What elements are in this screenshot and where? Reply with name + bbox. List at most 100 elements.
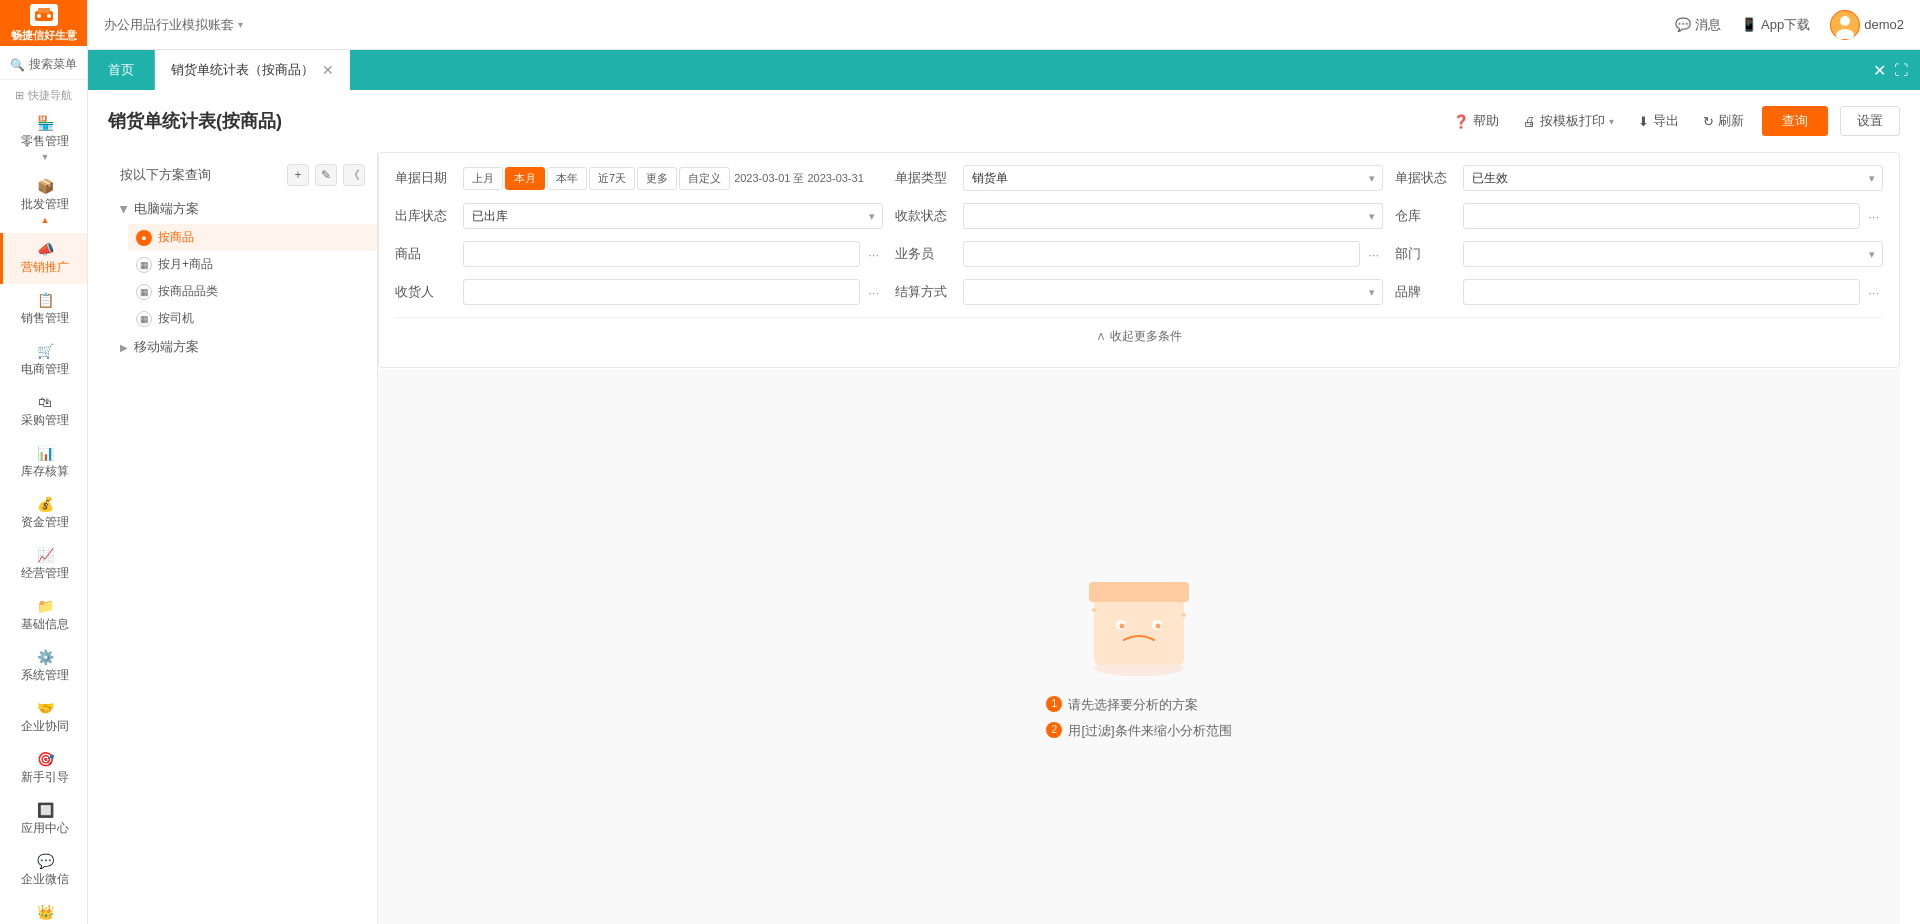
date-tab-this-month[interactable]: 本月: [505, 167, 545, 190]
sidebar-item-wholesale[interactable]: 📦 批发管理 ▲: [0, 170, 87, 233]
sidebar-item-basic[interactable]: 📁 基础信息: [0, 590, 87, 641]
goods-input[interactable]: [463, 241, 860, 267]
sidebar-item-operations[interactable]: 📈 经营管理: [0, 539, 87, 590]
refresh-btn[interactable]: ↻ 刷新: [1697, 108, 1750, 134]
basic-icon: 📁: [37, 598, 54, 614]
page-inner: 销货单统计表(按商品) ❓ 帮助 🖨 按模板打印 ▾ ⬇ 导出: [88, 90, 1920, 924]
filter-row-2: 出库状态 已出库 收款状态: [395, 203, 1883, 229]
salesperson-input[interactable]: [963, 241, 1360, 267]
svg-point-2: [37, 14, 41, 18]
sidebar-item-sales[interactable]: 📋 销售管理: [0, 284, 87, 335]
date-tab-this-year[interactable]: 本年: [547, 167, 587, 190]
page-header: 销货单统计表(按商品) ❓ 帮助 🖨 按模板打印 ▾ ⬇ 导出: [108, 106, 1900, 136]
filter-date: 单据日期 上月 本月 本年 近7天 更多 自定义: [395, 167, 883, 190]
quick-nav[interactable]: ⊞ 快捷导航: [0, 80, 87, 107]
tree-section-pc[interactable]: ▶ 电脑端方案: [108, 194, 377, 224]
sidebar-item-wechat[interactable]: 💬 企业微信: [0, 845, 87, 896]
settlement-select[interactable]: [963, 279, 1383, 305]
filter-row-3: 商品 ··· 业务员 ··: [395, 241, 1883, 267]
sidebar-item-ecommerce[interactable]: 🛒 电商管理: [0, 335, 87, 386]
export-icon: ⬇: [1638, 114, 1649, 129]
export-btn[interactable]: ⬇ 导出: [1632, 108, 1685, 134]
filter-department: 部门: [1395, 241, 1883, 267]
salesperson-dots[interactable]: ···: [1364, 247, 1383, 262]
query-btn[interactable]: 查询: [1762, 106, 1828, 136]
collapse-bar[interactable]: ∧ 收起更多条件: [395, 317, 1883, 355]
sidebar-item-apps[interactable]: 🔲 应用中心: [0, 794, 87, 845]
wechat-icon: 💬: [37, 853, 54, 869]
empty-svg: [1069, 560, 1209, 680]
out-status-select[interactable]: 已出库: [463, 203, 883, 229]
left-panel: 按以下方案查询 + ✎ 《 ▶ 电脑端方案 ●: [108, 152, 378, 924]
print-btn[interactable]: 🖨 按模板打印 ▾: [1517, 108, 1620, 134]
receiver-dots[interactable]: ···: [864, 285, 883, 300]
date-tab-7days[interactable]: 近7天: [589, 167, 635, 190]
filter-receiver: 收货人 ···: [395, 279, 883, 305]
tree-item-by-goods[interactable]: ● 按商品: [128, 224, 377, 251]
out-status-wrapper: 已出库: [463, 203, 883, 229]
filter-warehouse: 仓库 ···: [1395, 203, 1883, 229]
order-status-select[interactable]: 已生效: [1463, 165, 1883, 191]
guide-icon: 🎯: [37, 751, 54, 767]
message-btn[interactable]: 💬 消息: [1675, 16, 1721, 34]
sidebar-item-finance[interactable]: 💰 资金管理: [0, 488, 87, 539]
sidebar-item-cooperation[interactable]: 🤝 企业协同: [0, 692, 87, 743]
receiver-control: ···: [463, 279, 883, 305]
print-icon: 🖨: [1523, 114, 1536, 129]
tree-item-by-month-goods[interactable]: ▦ 按月+商品: [128, 251, 377, 278]
sidebar-item-retail[interactable]: 🏪 零售管理 ▼: [0, 107, 87, 170]
settlement-wrapper: [963, 279, 1383, 305]
tree-section-mobile[interactable]: ▶ 移动端方案: [108, 332, 377, 362]
edit-scheme-btn[interactable]: ✎: [315, 164, 337, 186]
tab-expand-area: ✕ ⛶: [1861, 61, 1920, 80]
sidebar-item-system[interactable]: ⚙️ 系统管理: [0, 641, 87, 692]
by-category-icon: ▦: [136, 284, 152, 300]
user-profile[interactable]: demo2: [1830, 10, 1904, 40]
tab-home[interactable]: 首页: [88, 50, 155, 90]
page-content: 销货单统计表(按商品) ❓ 帮助 🖨 按模板打印 ▾ ⬇ 导出: [88, 90, 1920, 924]
tree-item-by-category[interactable]: ▦ 按商品品类: [128, 278, 377, 305]
settings-btn[interactable]: 设置: [1840, 106, 1900, 136]
ecommerce-icon: 🛒: [37, 343, 54, 359]
order-type-select[interactable]: 销货单: [963, 165, 1383, 191]
brand-input[interactable]: [1463, 279, 1860, 305]
date-tab-last-month[interactable]: 上月: [463, 167, 503, 190]
app-download-btn[interactable]: 📱 App下载: [1741, 16, 1810, 34]
tab-close-btn[interactable]: ✕: [322, 63, 334, 77]
by-driver-icon: ▦: [136, 311, 152, 327]
brand-dots[interactable]: ···: [1864, 285, 1883, 300]
department-select[interactable]: [1463, 241, 1883, 267]
main-wrapper: 办公用品行业模拟账套 ▾ 💬 消息 📱 App下载 de: [88, 0, 1920, 924]
hint-num-1: 1: [1046, 696, 1062, 712]
goods-dots[interactable]: ···: [864, 247, 883, 262]
warehouse-input[interactable]: [1463, 203, 1860, 229]
empty-illustration: [1069, 560, 1209, 680]
sidebar-item-inventory[interactable]: 📊 库存核算: [0, 437, 87, 488]
sidebar-item-guide[interactable]: 🎯 新手引导: [0, 743, 87, 794]
date-tab-more[interactable]: 更多: [637, 167, 677, 190]
logo-icon: [30, 4, 58, 26]
filter-salesperson: 业务员 ···: [895, 241, 1383, 267]
receiver-input[interactable]: [463, 279, 860, 305]
close-window-icon[interactable]: ✕: [1873, 61, 1886, 80]
collapse-panel-btn[interactable]: 《: [343, 164, 365, 186]
warehouse-dots[interactable]: ···: [1864, 209, 1883, 224]
sidebar-item-marketing[interactable]: 📣 营销推广: [0, 233, 87, 284]
sales-icon: 📋: [37, 292, 54, 308]
right-main: 单据日期 上月 本月 本年 近7天 更多 自定义: [378, 152, 1900, 924]
fullscreen-icon[interactable]: ⛶: [1894, 62, 1908, 78]
wholesale-icon: 📦: [37, 178, 54, 194]
add-scheme-btn[interactable]: +: [287, 164, 309, 186]
tree-item-by-driver[interactable]: ▦ 按司机: [128, 305, 377, 332]
sidebar-item-member[interactable]: 👑 畅会员: [0, 896, 87, 924]
sidebar-item-purchase[interactable]: 🛍 采购管理: [0, 386, 87, 437]
help-btn[interactable]: ❓ 帮助: [1447, 108, 1505, 134]
svg-point-5: [1840, 16, 1850, 26]
date-range-display: 2023-03-01 至 2023-03-31: [734, 171, 864, 186]
empty-state: 1 请先选择要分析的方案 2 用[过滤]条件来缩小分析范围: [378, 369, 1900, 924]
search-menu[interactable]: 🔍 搜索菜单: [0, 46, 87, 80]
payment-status-select[interactable]: [963, 203, 1383, 229]
hint-num-2: 2: [1046, 722, 1062, 738]
date-tab-custom[interactable]: 自定义: [679, 167, 730, 190]
tab-active[interactable]: 销货单统计表（按商品） ✕: [155, 50, 350, 90]
